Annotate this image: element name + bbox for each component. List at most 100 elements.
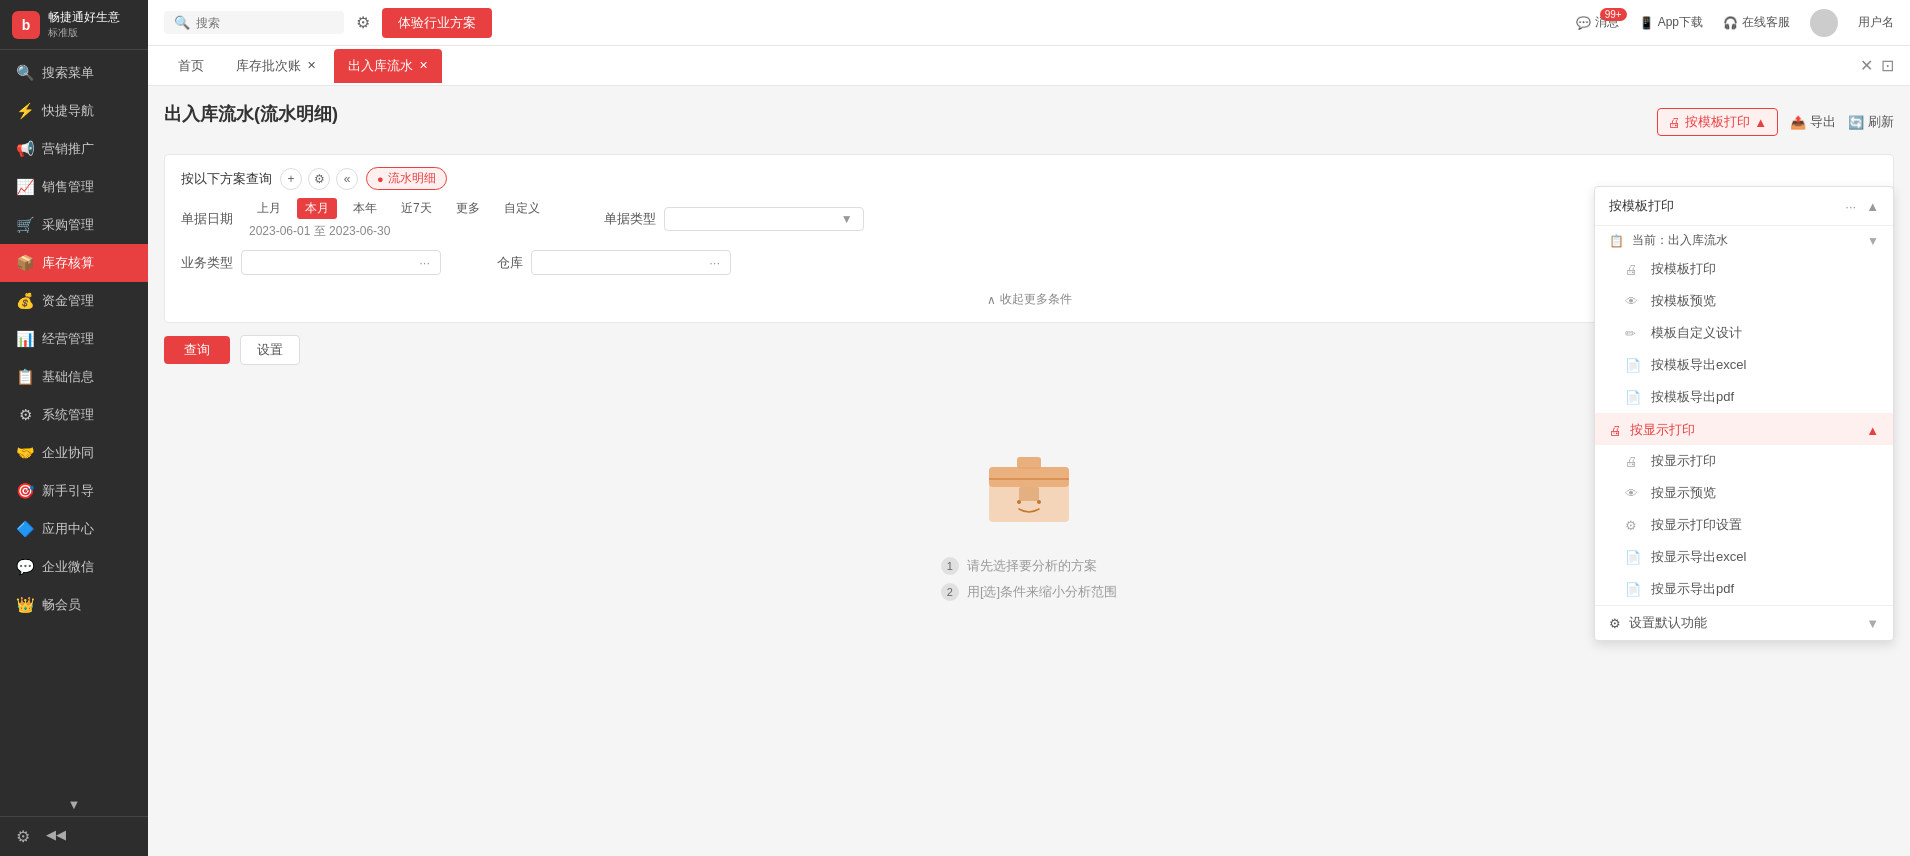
- dropdown-item-preview-template[interactable]: 👁 按模板预览: [1595, 285, 1893, 317]
- dropdown-item-label: 按显示导出excel: [1651, 548, 1746, 566]
- dropdown-item-customize-template[interactable]: ✏ 模板自定义设计: [1595, 317, 1893, 349]
- crown-icon: 👑: [16, 596, 34, 614]
- sidebar-bottom: ⚙ ◀◀: [0, 816, 148, 856]
- sidebar-item-sales[interactable]: 📈 销售管理: [0, 168, 148, 206]
- print-template-btn[interactable]: 🖨 按模板打印 ▲: [1657, 108, 1778, 136]
- refresh-btn[interactable]: 🔄 刷新: [1848, 113, 1894, 131]
- dropdown-item-print-settings-display[interactable]: ⚙ 按显示打印设置: [1595, 509, 1893, 541]
- page-title: 出入库流水(流水明细): [164, 102, 338, 126]
- app-download-icon: 📱: [1639, 16, 1654, 30]
- filter-settings-btn[interactable]: ⚙: [308, 168, 330, 190]
- settings-button[interactable]: 设置: [240, 335, 300, 365]
- dropdown-header-label: 按模板打印: [1609, 197, 1674, 215]
- date-tab-last-month[interactable]: 上月: [249, 198, 289, 219]
- display-section-label: 按显示打印: [1630, 421, 1695, 439]
- warehouse-more-icon[interactable]: ···: [709, 255, 720, 270]
- lightning-icon: ⚡: [16, 102, 34, 120]
- header-gear-icon[interactable]: ⚙: [356, 13, 370, 32]
- sidebar-item-label: 库存核算: [42, 254, 94, 272]
- hint-number-1: 1: [941, 557, 959, 575]
- printer-icon: 🖨: [1668, 115, 1681, 130]
- dropdown-display-section-header[interactable]: 🖨 按显示打印 ▲: [1595, 413, 1893, 445]
- collapse-label: 收起更多条件: [1000, 291, 1072, 308]
- date-tab-more[interactable]: 更多: [448, 198, 488, 219]
- dropdown-item-print-template[interactable]: 🖨 按模板打印: [1595, 253, 1893, 285]
- tab-batch-account-close[interactable]: ✕: [307, 59, 316, 72]
- dropdown-item-export-excel-template[interactable]: 📄 按模板导出excel: [1595, 349, 1893, 381]
- trial-btn[interactable]: 体验行业方案: [382, 8, 492, 38]
- collapse-icon[interactable]: ◀◀: [46, 827, 66, 846]
- header-search-box[interactable]: 🔍: [164, 11, 344, 34]
- pdf-display-icon: 📄: [1625, 582, 1641, 597]
- tab-batch-account[interactable]: 库存批次账 ✕: [222, 49, 330, 83]
- bill-type-select[interactable]: ▼: [664, 207, 864, 231]
- svg-rect-4: [1019, 487, 1039, 501]
- query-button[interactable]: 查询: [164, 336, 230, 364]
- dropdown-more-icon[interactable]: ···: [1845, 199, 1856, 214]
- export-btn[interactable]: 📤 导出: [1790, 113, 1836, 131]
- tab-maximize-btn[interactable]: ⊡: [1881, 56, 1894, 75]
- page-top-bar: 出入库流水(流水明细) 🖨 按模板打印 ▲ 📤 导出 🔄 刷新: [164, 102, 1894, 142]
- clipboard-icon: 📋: [16, 368, 34, 386]
- sidebar-item-app-center[interactable]: 🔷 应用中心: [0, 510, 148, 548]
- settings-bottom-icon[interactable]: ⚙: [16, 827, 30, 846]
- tab-inout-flow[interactable]: 出入库流水 ✕: [334, 49, 442, 83]
- app-download-label: App下载: [1658, 14, 1703, 31]
- user-name: 用户名: [1858, 14, 1894, 31]
- sidebar-item-label: 应用中心: [42, 520, 94, 538]
- dropdown-footer[interactable]: ⚙ 设置默认功能 ▼: [1595, 605, 1893, 640]
- tab-home-label: 首页: [178, 57, 204, 75]
- sidebar-item-cooperation[interactable]: 🤝 企业协同: [0, 434, 148, 472]
- active-filter-tag[interactable]: ● 流水明细: [366, 167, 447, 190]
- box-icon: 📦: [16, 254, 34, 272]
- sidebar-item-wechat[interactable]: 💬 企业微信: [0, 548, 148, 586]
- page-content: 出入库流水(流水明细) 🖨 按模板打印 ▲ 📤 导出 🔄 刷新: [148, 86, 1910, 856]
- dropdown-item-print-display[interactable]: 🖨 按显示打印: [1595, 445, 1893, 477]
- business-type-more-icon[interactable]: ···: [419, 255, 430, 270]
- top-bar-right: 🖨 按模板打印 ▲ 📤 导出 🔄 刷新: [1657, 108, 1894, 136]
- sidebar-item-system[interactable]: ⚙ 系统管理: [0, 396, 148, 434]
- date-tab-current-month[interactable]: 本月: [297, 198, 337, 219]
- hint-text-1: 请先选择要分析的方案: [967, 557, 1097, 575]
- online-service-btn[interactable]: 🎧 在线客服: [1723, 14, 1790, 31]
- tab-home[interactable]: 首页: [164, 49, 218, 83]
- dropdown-item-preview-display[interactable]: 👁 按显示预览: [1595, 477, 1893, 509]
- date-tab-current-year[interactable]: 本年: [345, 198, 385, 219]
- dropdown-item-export-pdf-template[interactable]: 📄 按模板导出pdf: [1595, 381, 1893, 413]
- header-search-input[interactable]: [196, 16, 316, 30]
- sidebar-item-vip[interactable]: 👑 畅会员: [0, 586, 148, 624]
- target-icon: 🎯: [16, 482, 34, 500]
- tab-inout-flow-close[interactable]: ✕: [419, 59, 428, 72]
- footer-settings-icon: ⚙: [1609, 616, 1621, 631]
- sidebar-scroll-down[interactable]: ▼: [0, 793, 148, 816]
- empty-illustration: [969, 437, 1089, 537]
- filter-add-btn[interactable]: +: [280, 168, 302, 190]
- tab-inout-flow-label: 出入库流水: [348, 57, 413, 75]
- app-download-btn[interactable]: 📱 App下载: [1639, 14, 1703, 31]
- sidebar-item-inventory[interactable]: 📦 库存核算: [0, 244, 148, 282]
- tab-close-all-btn[interactable]: ✕: [1860, 56, 1873, 75]
- dropdown-item-export-excel-display[interactable]: 📄 按显示导出excel: [1595, 541, 1893, 573]
- sidebar-item-operations[interactable]: 📊 经营管理: [0, 320, 148, 358]
- business-type-select[interactable]: ···: [241, 250, 441, 275]
- user-avatar[interactable]: [1810, 9, 1838, 37]
- template-icon: 📋: [1609, 234, 1624, 248]
- app-name-text: 畅捷通好生意 标准版: [48, 10, 120, 39]
- main-area: 🔍 ⚙ 体验行业方案 💬 消息 99+ 📱 App下载 🎧 在线客服 用户名: [148, 0, 1910, 856]
- current-template-label: 当前：出入库流水: [1632, 232, 1728, 249]
- sidebar-item-marketing[interactable]: 📢 营销推广: [0, 130, 148, 168]
- hint-text-2: 用[选]条件来缩小分析范围: [967, 583, 1117, 601]
- sidebar-item-basic-info[interactable]: 📋 基础信息: [0, 358, 148, 396]
- sidebar-item-search[interactable]: 🔍 搜索菜单: [0, 54, 148, 92]
- date-tab-7days[interactable]: 近7天: [393, 198, 440, 219]
- sidebar-item-guide[interactable]: 🎯 新手引导: [0, 472, 148, 510]
- message-btn[interactable]: 💬 消息 99+: [1576, 14, 1619, 31]
- filter-collapse-btn[interactable]: «: [336, 168, 358, 190]
- sidebar-item-quick-nav[interactable]: ⚡ 快捷导航: [0, 92, 148, 130]
- sidebar-item-finance[interactable]: 💰 资金管理: [0, 282, 148, 320]
- dropdown-chevron-up-icon[interactable]: ▲: [1866, 199, 1879, 214]
- date-tab-custom[interactable]: 自定义: [496, 198, 548, 219]
- warehouse-select[interactable]: ···: [531, 250, 731, 275]
- dropdown-item-export-pdf-display[interactable]: 📄 按显示导出pdf: [1595, 573, 1893, 605]
- sidebar-item-purchase[interactable]: 🛒 采购管理: [0, 206, 148, 244]
